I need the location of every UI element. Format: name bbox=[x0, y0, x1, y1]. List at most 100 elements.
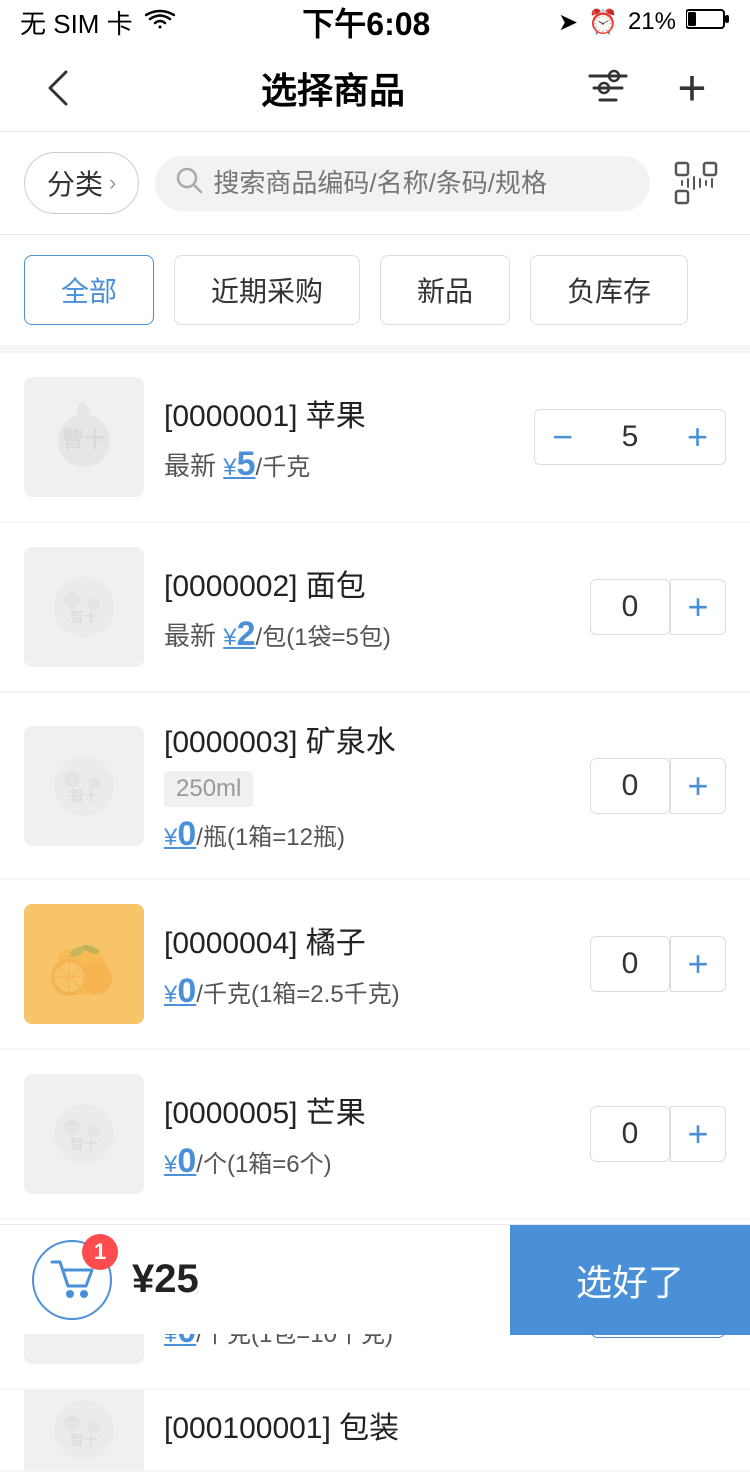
price-value: ¥5 bbox=[223, 451, 255, 481]
quantity-increase-button[interactable]: + bbox=[670, 579, 726, 635]
quantity-input[interactable] bbox=[590, 579, 670, 635]
price-amount: 5 bbox=[237, 445, 256, 483]
product-price: ¥0/瓶(1箱=12瓶) bbox=[164, 815, 570, 854]
product-info: [0000001] 苹果 最新 ¥5/千克 bbox=[164, 391, 514, 484]
alarm-icon: ⏰ bbox=[588, 8, 618, 37]
status-right: ➤ ⏰ 21% bbox=[558, 8, 730, 37]
price-symbol: ¥ bbox=[223, 454, 236, 481]
search-row: 分类 › bbox=[0, 132, 750, 235]
product-info: [0000002] 面包 最新 ¥2/包(1袋=5包) bbox=[164, 561, 570, 654]
back-button[interactable] bbox=[28, 58, 88, 118]
product-name: [0000003] 矿泉水 bbox=[164, 717, 570, 761]
price-value: ¥0 bbox=[164, 978, 196, 1008]
product-thumbnail: 智十 bbox=[24, 726, 144, 846]
price-value: ¥0 bbox=[164, 821, 196, 851]
page-title: 选择商品 bbox=[261, 62, 405, 114]
quantity-control: + bbox=[590, 1106, 726, 1162]
price-suffix: /包(1袋=5包) bbox=[256, 624, 391, 651]
status-time: 下午6:08 bbox=[302, 0, 430, 45]
battery-icon bbox=[686, 8, 730, 37]
product-price: 最新 ¥2/包(1袋=5包) bbox=[164, 615, 570, 654]
product-name: [000100001] 包装 bbox=[164, 1403, 726, 1447]
price-symbol: ¥ bbox=[164, 824, 177, 851]
product-thumbnail: 智十 bbox=[24, 377, 144, 497]
battery-text: 21% bbox=[628, 8, 676, 36]
svg-text:智十: 智十 bbox=[70, 1432, 98, 1448]
product-thumbnail bbox=[24, 904, 144, 1024]
table-row: 智十 [0000002] 面包 最新 ¥2/包(1袋=5包) + bbox=[0, 523, 750, 691]
add-button[interactable]: + bbox=[662, 58, 722, 118]
filter-tabs: 全部 近期采购 新品 负库存 bbox=[0, 235, 750, 353]
tab-recent[interactable]: 近期采购 bbox=[174, 255, 360, 325]
product-info: [000100001] 包装 bbox=[164, 1403, 726, 1457]
search-input-wrap bbox=[155, 156, 650, 211]
carrier-text: 无 SIM 卡 bbox=[20, 4, 133, 41]
price-prefix: 最新 bbox=[164, 621, 216, 651]
quantity-control: − + bbox=[534, 409, 726, 465]
tab-new[interactable]: 新品 bbox=[380, 255, 510, 325]
cart-button[interactable]: 1 bbox=[32, 1240, 112, 1320]
cart-area: 1 ¥25 bbox=[0, 1240, 510, 1320]
product-thumbnail: 智十 bbox=[24, 1074, 144, 1194]
confirm-button[interactable]: 选好了 bbox=[510, 1225, 750, 1335]
price-value: ¥2 bbox=[223, 621, 255, 651]
price-suffix: /千克(1箱=2.5千克) bbox=[196, 981, 399, 1008]
chevron-right-icon: › bbox=[109, 170, 116, 196]
product-name: [0000005] 芒果 bbox=[164, 1088, 570, 1132]
price-value: ¥0 bbox=[164, 1148, 196, 1178]
price-symbol: ¥ bbox=[223, 624, 236, 651]
svg-text:智十: 智十 bbox=[70, 1136, 98, 1152]
product-price: 最新 ¥5/千克 bbox=[164, 445, 514, 484]
scan-button[interactable] bbox=[666, 153, 726, 213]
quantity-control: + bbox=[590, 758, 726, 814]
table-row: 智十 [0000001] 苹果 最新 ¥5/千克 − + bbox=[0, 353, 750, 521]
svg-text:智十: 智十 bbox=[62, 427, 106, 452]
category-button[interactable]: 分类 › bbox=[24, 152, 139, 214]
product-thumbnail: 智十 bbox=[24, 547, 144, 667]
table-row: 智十 [000100001] 包装 bbox=[0, 1390, 750, 1470]
svg-text:智十: 智十 bbox=[70, 788, 98, 804]
price-prefix: 最新 bbox=[164, 451, 216, 481]
location-icon: ➤ bbox=[558, 8, 578, 37]
nav-bar: 选择商品 + bbox=[0, 44, 750, 132]
product-name: [0000002] 面包 bbox=[164, 561, 570, 605]
wifi-icon bbox=[145, 7, 175, 38]
quantity-increase-button[interactable]: + bbox=[670, 936, 726, 992]
tab-all[interactable]: 全部 bbox=[24, 255, 154, 325]
price-amount: 0 bbox=[177, 815, 196, 853]
status-left: 无 SIM 卡 bbox=[20, 4, 175, 41]
price-symbol: ¥ bbox=[164, 1151, 177, 1178]
quantity-decrease-button[interactable]: − bbox=[534, 409, 590, 465]
bottom-bar: 1 ¥25 选好了 bbox=[0, 1224, 750, 1334]
price-suffix: /千克 bbox=[256, 454, 311, 481]
quantity-input[interactable] bbox=[590, 409, 670, 465]
quantity-input[interactable] bbox=[590, 1106, 670, 1162]
quantity-control: + bbox=[590, 936, 726, 992]
product-name: [0000001] 苹果 bbox=[164, 391, 514, 435]
product-name: [0000004] 橘子 bbox=[164, 918, 570, 962]
nav-left bbox=[28, 58, 88, 118]
quantity-input[interactable] bbox=[590, 936, 670, 992]
price-symbol: ¥ bbox=[164, 981, 177, 1008]
table-row: [0000004] 橘子 ¥0/千克(1箱=2.5千克) + bbox=[0, 880, 750, 1048]
search-input[interactable] bbox=[213, 168, 630, 199]
quantity-increase-button[interactable]: + bbox=[670, 409, 726, 465]
product-info: [0000005] 芒果 ¥0/个(1箱=6个) bbox=[164, 1088, 570, 1181]
quantity-input[interactable] bbox=[590, 758, 670, 814]
search-icon bbox=[175, 166, 203, 201]
product-info: [0000003] 矿泉水 250ml ¥0/瓶(1箱=12瓶) bbox=[164, 717, 570, 854]
product-spec: 250ml bbox=[164, 771, 253, 807]
product-info: [0000004] 橘子 ¥0/千克(1箱=2.5千克) bbox=[164, 918, 570, 1011]
price-amount: 0 bbox=[177, 972, 196, 1010]
quantity-increase-button[interactable]: + bbox=[670, 1106, 726, 1162]
tab-negative[interactable]: 负库存 bbox=[530, 255, 688, 325]
table-row: 智十 [0000005] 芒果 ¥0/个(1箱=6个) + bbox=[0, 1050, 750, 1218]
status-bar: 无 SIM 卡 下午6:08 ➤ ⏰ 21% bbox=[0, 0, 750, 44]
product-thumbnail: 智十 bbox=[24, 1390, 144, 1470]
filter-icon-button[interactable] bbox=[578, 58, 638, 118]
quantity-increase-button[interactable]: + bbox=[670, 758, 726, 814]
quantity-control: + bbox=[590, 579, 726, 635]
table-row: 智十 [0000003] 矿泉水 250ml ¥0/瓶(1箱=12瓶) + bbox=[0, 693, 750, 878]
nav-right: + bbox=[578, 58, 722, 118]
price-suffix: /瓶(1箱=12瓶) bbox=[196, 824, 345, 851]
